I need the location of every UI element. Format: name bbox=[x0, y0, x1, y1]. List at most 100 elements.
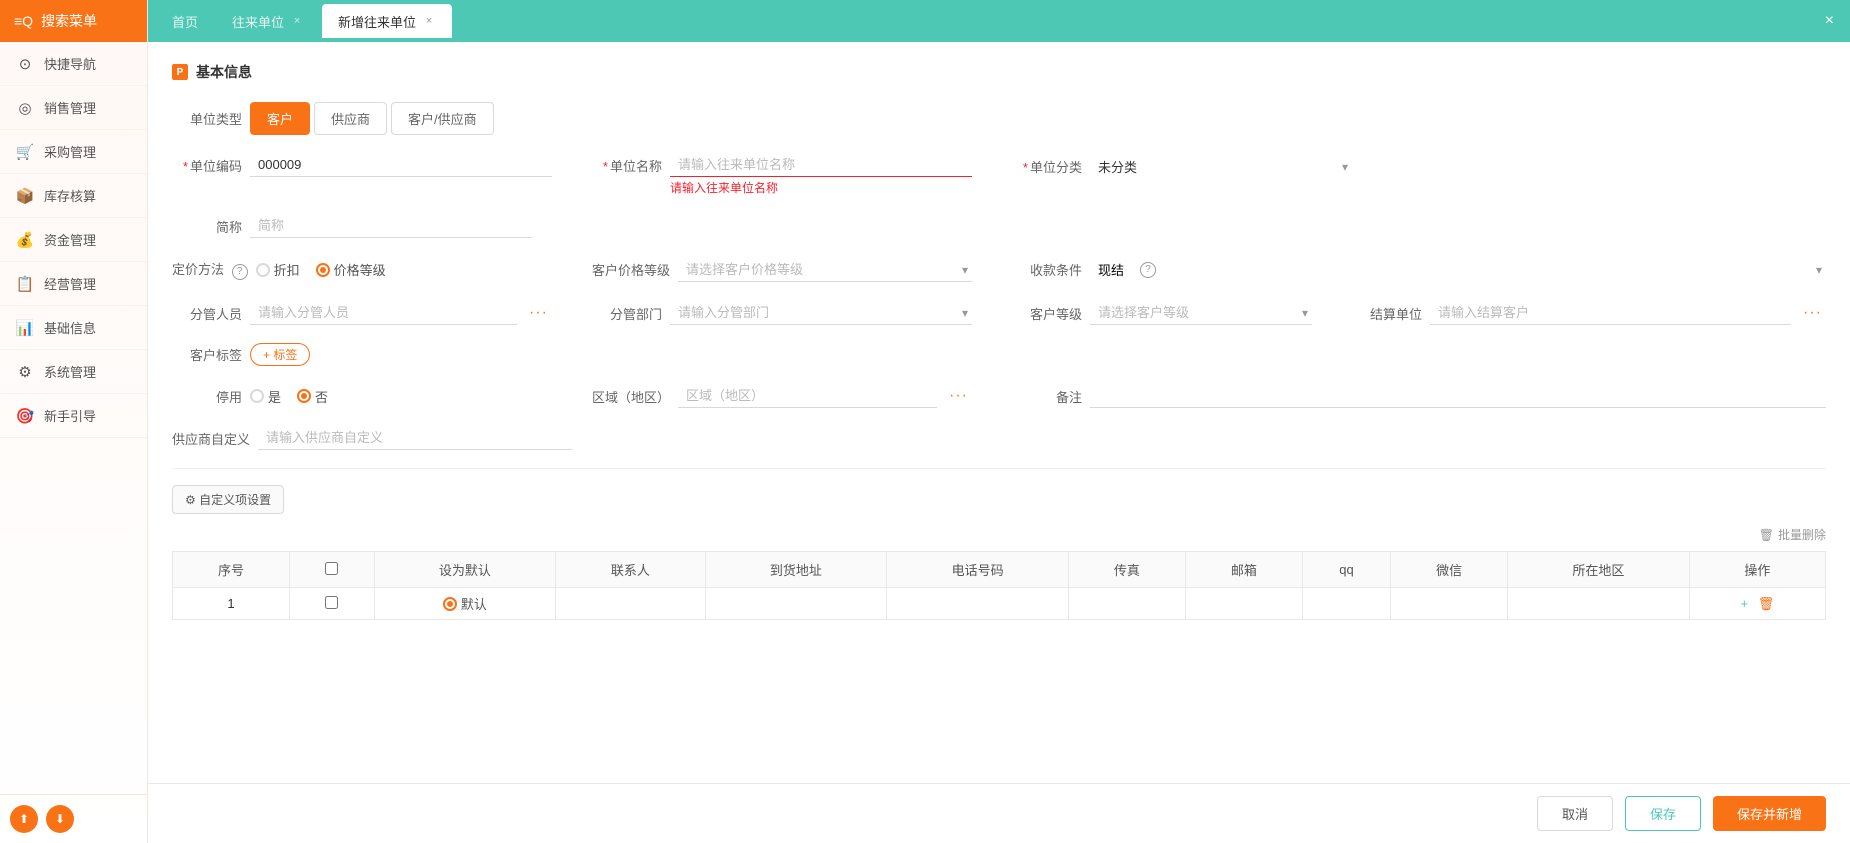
payment-terms-label: 收款条件 bbox=[1012, 260, 1082, 279]
tab-new-partner[interactable]: 新增往来单位 × bbox=[322, 4, 452, 38]
btn-customer[interactable]: 客户 bbox=[250, 102, 310, 135]
tab-partners-close[interactable]: × bbox=[290, 14, 304, 28]
sidebar-item-operations[interactable]: 📋 经营管理 bbox=[0, 262, 147, 306]
radio-price-level[interactable]: 价格等级 bbox=[316, 260, 386, 279]
tab-new-partner-label: 新增往来单位 bbox=[338, 12, 416, 31]
manager-field: 分管人员 ··· bbox=[172, 301, 552, 325]
row-add-btn[interactable]: + bbox=[1741, 596, 1749, 611]
customer-level-input[interactable] bbox=[1090, 301, 1312, 325]
settlement-unit-input[interactable] bbox=[1430, 301, 1791, 325]
disabled-field: 停用 是 否 bbox=[172, 387, 552, 406]
col-checkbox bbox=[289, 552, 374, 588]
unit-type-buttons: 客户 供应商 客户/供应商 bbox=[250, 102, 494, 135]
unit-type-row: 单位类型 客户 供应商 客户/供应商 bbox=[172, 102, 1826, 135]
region-more-btn[interactable]: ··· bbox=[945, 387, 972, 405]
save-button[interactable]: 保存 bbox=[1625, 796, 1701, 831]
department-input[interactable] bbox=[670, 301, 972, 325]
col-index: 序号 bbox=[173, 552, 290, 588]
disabled-label: 停用 bbox=[172, 387, 242, 406]
customer-price-level-wrapper[interactable]: ▾ bbox=[678, 258, 972, 282]
sidebar-item-inventory[interactable]: 📦 库存核算 bbox=[0, 174, 147, 218]
save-new-button[interactable]: 保存并新增 bbox=[1713, 796, 1826, 831]
sidebar-search-label: 搜索菜单 bbox=[41, 11, 97, 31]
unit-category-field: *单位分类 未分类 ▾ bbox=[1012, 153, 1352, 180]
region-input[interactable] bbox=[678, 384, 937, 408]
remark-input[interactable] bbox=[1090, 384, 1826, 408]
table-header-row: 序号 设为默认 联系人 到货地址 电话号码 传真 邮箱 qq 微信 所在地区 操… bbox=[173, 552, 1826, 588]
tab-home[interactable]: 首页 bbox=[156, 4, 214, 38]
window-close-btn[interactable]: × bbox=[1817, 8, 1842, 34]
sidebar-item-basic[interactable]: 📊 基础信息 bbox=[0, 306, 147, 350]
sidebar: ≡Q 搜索菜单 ⊙ 快捷导航 ◎ 销售管理 🛒 采购管理 📦 库存核算 💰 资金… bbox=[0, 0, 148, 843]
short-name-row: 简称 bbox=[172, 214, 1826, 238]
short-name-input[interactable] bbox=[250, 214, 532, 238]
disabled-radio-group: 是 否 bbox=[250, 387, 328, 406]
unit-code-field: *单位编码 bbox=[172, 153, 552, 177]
sidebar-item-sales[interactable]: ◎ 销售管理 bbox=[0, 86, 147, 130]
row-checkbox[interactable] bbox=[325, 596, 338, 609]
quick-nav-icon: ⊙ bbox=[16, 55, 34, 73]
manager-more-btn[interactable]: ··· bbox=[525, 304, 552, 322]
sidebar-item-label: 基础信息 bbox=[44, 318, 96, 337]
supplier-custom-input[interactable] bbox=[258, 426, 572, 450]
row-delete-btn[interactable]: 🗑 bbox=[1758, 596, 1775, 611]
manager-input[interactable] bbox=[250, 301, 517, 325]
payment-terms-field: 收款条件 现结 ▾ ? bbox=[1012, 256, 1826, 283]
customer-price-level-input[interactable] bbox=[678, 258, 972, 282]
customer-level-label: 客户等级 bbox=[1012, 304, 1082, 323]
sidebar-search[interactable]: ≡Q 搜索菜单 bbox=[0, 0, 147, 42]
pricing-method-label: 定价方法 ? bbox=[172, 259, 248, 280]
row-contact bbox=[556, 588, 705, 620]
default-radio-dot bbox=[447, 601, 453, 607]
payment-terms-chevron: ▾ bbox=[1816, 263, 1822, 277]
custom-settings-button[interactable]: ⚙ 自定义项设置 bbox=[172, 485, 284, 514]
sidebar-item-guide[interactable]: 🎯 新手引导 bbox=[0, 394, 147, 438]
cancel-button[interactable]: 取消 bbox=[1537, 796, 1613, 831]
batch-delete-row: 🗑 批量删除 bbox=[172, 526, 1826, 543]
unit-name-input[interactable] bbox=[670, 153, 972, 177]
system-icon: ⚙ bbox=[16, 363, 34, 381]
sidebar-item-system[interactable]: ⚙ 系统管理 bbox=[0, 350, 147, 394]
unit-name-field: *单位名称 bbox=[592, 153, 972, 177]
remark-field: 备注 bbox=[1012, 384, 1826, 408]
basic-icon: 📊 bbox=[16, 319, 34, 337]
settlement-unit-more-btn[interactable]: ··· bbox=[1799, 304, 1826, 322]
batch-delete-button[interactable]: 🗑 批量删除 bbox=[1759, 526, 1826, 543]
sidebar-bottom-btn-1[interactable]: ⬆ bbox=[10, 805, 38, 833]
short-name-label: 简称 bbox=[172, 217, 242, 236]
row-fax bbox=[1068, 588, 1185, 620]
row-wechat bbox=[1391, 588, 1508, 620]
customer-level-wrapper[interactable]: ▾ bbox=[1090, 301, 1312, 325]
pricing-help-icon[interactable]: ? bbox=[232, 264, 248, 280]
sidebar-item-label: 快捷导航 bbox=[44, 54, 96, 73]
tab-partners[interactable]: 往来单位 × bbox=[216, 4, 320, 38]
btn-both[interactable]: 客户/供应商 bbox=[391, 102, 494, 135]
sales-icon: ◎ bbox=[16, 99, 34, 117]
sidebar-bottom-btn-2[interactable]: ⬇ bbox=[46, 805, 74, 833]
custom-settings-row: ⚙ 自定义项设置 bbox=[172, 485, 1826, 514]
radio-yes[interactable]: 是 bbox=[250, 387, 281, 406]
row-default-cell: 默认 bbox=[374, 588, 556, 620]
col-action: 操作 bbox=[1689, 552, 1825, 588]
department-wrapper[interactable]: ▾ bbox=[670, 301, 972, 325]
add-tag-button[interactable]: + 标签 bbox=[250, 343, 310, 366]
manager-row: 分管人员 ··· 分管部门 ▾ 客户等级 ▾ 结算单位 bbox=[172, 301, 1826, 325]
batch-delete-label: 批量删除 bbox=[1778, 526, 1826, 543]
sidebar-item-purchase[interactable]: 🛒 采购管理 bbox=[0, 130, 147, 174]
radio-yes-circle bbox=[250, 389, 264, 403]
unit-code-input[interactable] bbox=[250, 153, 552, 177]
radio-discount[interactable]: 折扣 bbox=[256, 260, 300, 279]
payment-terms-help-icon[interactable]: ? bbox=[1140, 262, 1156, 278]
tab-new-partner-close[interactable]: × bbox=[422, 14, 436, 28]
col-contact: 联系人 bbox=[556, 552, 705, 588]
col-region: 所在地区 bbox=[1508, 552, 1690, 588]
row-actions: + 🗑 bbox=[1689, 588, 1825, 620]
row-default-radio[interactable]: 默认 bbox=[385, 594, 546, 613]
radio-no[interactable]: 否 bbox=[297, 387, 328, 406]
sidebar-item-quick-nav[interactable]: ⊙ 快捷导航 bbox=[0, 42, 147, 86]
select-all-checkbox[interactable] bbox=[325, 562, 338, 575]
sidebar-item-finance[interactable]: 💰 资金管理 bbox=[0, 218, 147, 262]
pricing-radio-group: 折扣 价格等级 bbox=[256, 260, 386, 279]
btn-supplier[interactable]: 供应商 bbox=[314, 102, 387, 135]
tab-home-label: 首页 bbox=[172, 12, 198, 31]
